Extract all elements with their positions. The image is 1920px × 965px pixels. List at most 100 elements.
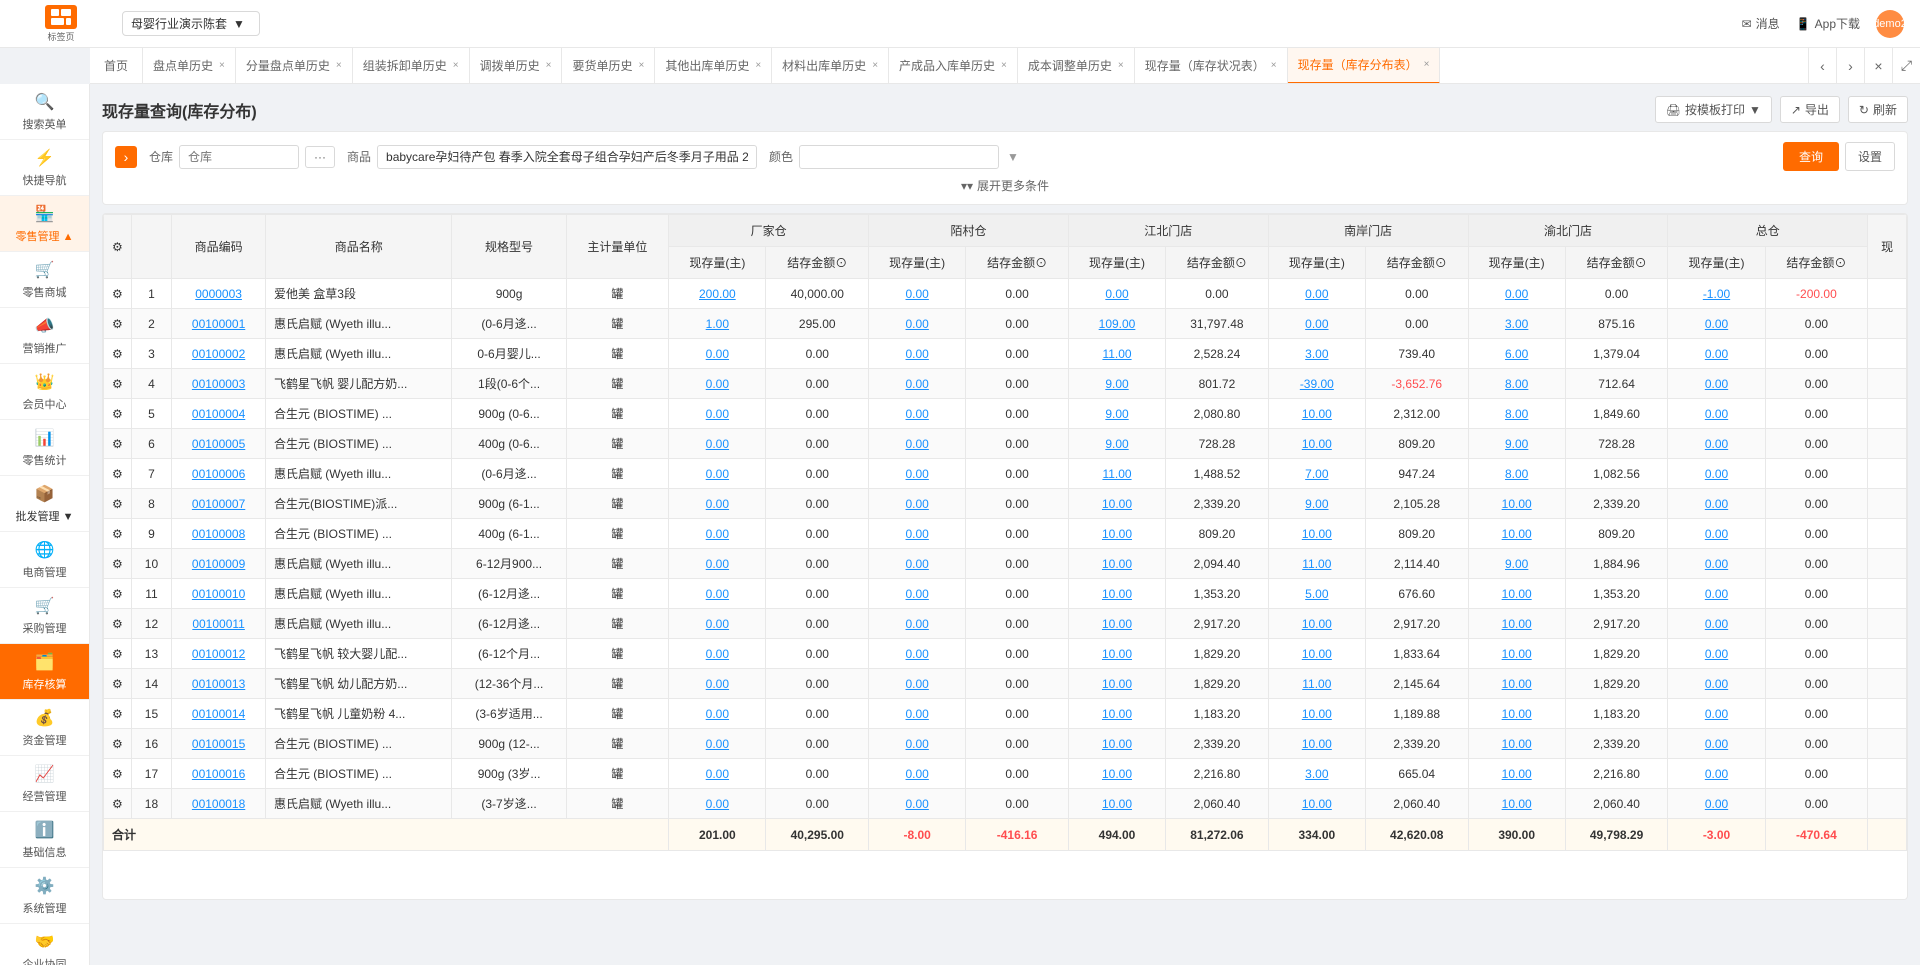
- warehouse-more-btn[interactable]: ···: [305, 146, 335, 168]
- app-download-btn[interactable]: 📱 App下载: [1796, 15, 1860, 32]
- row-settings[interactable]: ⚙: [104, 729, 132, 759]
- industry-selector[interactable]: 母婴行业演示陈套 ▼: [122, 11, 260, 36]
- row-jb-qty: 11.00: [1068, 459, 1165, 489]
- row-settings[interactable]: ⚙: [104, 489, 132, 519]
- user-avatar-btn[interactable]: demo2: [1876, 10, 1904, 38]
- tab-1[interactable]: 盘点单历史 ×: [143, 48, 236, 84]
- settings-icon[interactable]: ⚙: [112, 240, 123, 254]
- row-settings[interactable]: ⚙: [104, 369, 132, 399]
- row-index: 15: [131, 699, 171, 729]
- product-input[interactable]: [377, 145, 757, 169]
- row-fj-amt: 0.00: [766, 339, 869, 369]
- row-total-qty: 0.00: [1668, 399, 1765, 429]
- expand-more-btn[interactable]: ▾▾ 展开更多条件: [115, 177, 1895, 194]
- sidebar-item-system[interactable]: ⚙️ 系统管理: [0, 868, 89, 924]
- sidebar-item-finance[interactable]: 💰 资金管理: [0, 700, 89, 756]
- row-mc-amt: 0.00: [966, 609, 1069, 639]
- sidebar-item-collab[interactable]: 🤝 企业协同: [0, 924, 89, 965]
- row-fj-qty: 0.00: [669, 579, 766, 609]
- row-index: 9: [131, 519, 171, 549]
- tab-5[interactable]: 要货单历史 ×: [562, 48, 655, 84]
- tab-close-11[interactable]: ×: [1424, 59, 1430, 70]
- row-settings[interactable]: ⚙: [104, 549, 132, 579]
- row-settings[interactable]: ⚙: [104, 339, 132, 369]
- tab-close-7[interactable]: ×: [872, 60, 878, 71]
- table-container[interactable]: ⚙ 商品编码 商品名称 规格型号 主计量单位 厂家仓 陌村仓 江北门店 南岸门店…: [102, 213, 1908, 900]
- export-btn[interactable]: ↗ 导出: [1780, 96, 1840, 123]
- row-fj-amt: 0.00: [766, 729, 869, 759]
- row-settings[interactable]: ⚙: [104, 519, 132, 549]
- row-fj-qty: 0.00: [669, 729, 766, 759]
- row-mc-amt: 0.00: [966, 579, 1069, 609]
- tab-close-9[interactable]: ×: [1118, 60, 1124, 71]
- row-code: 00100002: [172, 339, 266, 369]
- tab-8[interactable]: 产成品入库单历史 ×: [889, 48, 1018, 84]
- tab-expand-btn[interactable]: ⤢: [1892, 48, 1920, 84]
- warehouse-input[interactable]: [179, 145, 299, 169]
- col-fj-qty: 现存量(主): [669, 247, 766, 279]
- tab-9[interactable]: 成本调整单历史 ×: [1018, 48, 1135, 84]
- color-input[interactable]: [799, 145, 999, 169]
- sidebar-item-search[interactable]: 🔍 搜索英单: [0, 84, 89, 140]
- tab-close-4[interactable]: ×: [546, 60, 552, 71]
- tab-next-btn[interactable]: ›: [1836, 48, 1864, 84]
- sidebar-item-inventory[interactable]: 🗂️ 库存核算: [0, 644, 89, 700]
- tab-close-5[interactable]: ×: [638, 60, 644, 71]
- sidebar-item-purchase[interactable]: 🛒 采购管理: [0, 588, 89, 644]
- setting-btn[interactable]: 设置: [1845, 142, 1895, 171]
- sidebar-item-quicknav[interactable]: ⚡ 快捷导航: [0, 140, 89, 196]
- row-fj-qty: 0.00: [669, 669, 766, 699]
- row-settings[interactable]: ⚙: [104, 429, 132, 459]
- tab-close-1[interactable]: ×: [219, 60, 225, 71]
- sidebar-item-marketing[interactable]: 📣 营销推广: [0, 308, 89, 364]
- tab-7[interactable]: 材料出库单历史 ×: [772, 48, 889, 84]
- row-xian: [1868, 699, 1907, 729]
- row-settings[interactable]: ⚙: [104, 609, 132, 639]
- sidebar-item-basic[interactable]: ℹ️ 基础信息: [0, 812, 89, 868]
- sidebar-item-member[interactable]: 👑 会员中心: [0, 364, 89, 420]
- row-na-amt: 2,060.40: [1365, 789, 1468, 819]
- row-settings[interactable]: ⚙: [104, 639, 132, 669]
- col-na-qty: 现存量(主): [1268, 247, 1365, 279]
- tab-home[interactable]: 首页: [90, 48, 143, 84]
- row-settings[interactable]: ⚙: [104, 699, 132, 729]
- tab-11-active[interactable]: 现存量（库存分布表） ×: [1288, 48, 1441, 84]
- refresh-btn[interactable]: ↻ 刷新: [1848, 96, 1908, 123]
- tab-close-8[interactable]: ×: [1001, 60, 1007, 71]
- tab-close-6[interactable]: ×: [755, 60, 761, 71]
- sidebar-item-wholesale[interactable]: 📦 批发管理 ▼: [0, 476, 89, 532]
- row-settings[interactable]: ⚙: [104, 579, 132, 609]
- row-jb-qty: 109.00: [1068, 309, 1165, 339]
- message-btn[interactable]: ✉ 消息: [1742, 15, 1780, 32]
- col-mucun-header: 陌村仓: [869, 215, 1069, 247]
- row-settings[interactable]: ⚙: [104, 279, 132, 309]
- search-btn[interactable]: 查询: [1783, 142, 1839, 171]
- row-settings[interactable]: ⚙: [104, 669, 132, 699]
- sidebar-item-retail-shop[interactable]: 🛒 零售商城: [0, 252, 89, 308]
- row-yb-amt: 1,829.20: [1565, 639, 1668, 669]
- sidebar-item-retail-stats[interactable]: 📊 零售统计: [0, 420, 89, 476]
- tab-6[interactable]: 其他出库单历史 ×: [655, 48, 772, 84]
- sidebar-item-operations[interactable]: 📈 经营管理: [0, 756, 89, 812]
- col-jiangbei-header: 江北门店: [1068, 215, 1268, 247]
- tab-3[interactable]: 组装拆卸单历史 ×: [353, 48, 470, 84]
- row-settings[interactable]: ⚙: [104, 459, 132, 489]
- row-na-qty: 10.00: [1268, 399, 1365, 429]
- tab-prev-btn[interactable]: ‹: [1808, 48, 1836, 84]
- sidebar-item-ecommerce[interactable]: 🌐 电商管理: [0, 532, 89, 588]
- tab-close-all-btn[interactable]: ×: [1864, 48, 1892, 84]
- tab-4[interactable]: 调拨单历史 ×: [470, 48, 563, 84]
- row-settings[interactable]: ⚙: [104, 759, 132, 789]
- row-settings[interactable]: ⚙: [104, 399, 132, 429]
- tab-2[interactable]: 分量盘点单历史 ×: [236, 48, 353, 84]
- row-settings[interactable]: ⚙: [104, 789, 132, 819]
- print-btn[interactable]: 🖨 按模板打印 ▼: [1655, 96, 1772, 123]
- row-settings[interactable]: ⚙: [104, 309, 132, 339]
- sidebar-item-retail-mgmt[interactable]: 🏪 零售管理 ▲: [0, 196, 89, 252]
- tab-close-10[interactable]: ×: [1271, 60, 1277, 71]
- tab-close-3[interactable]: ×: [453, 60, 459, 71]
- tab-10[interactable]: 现存量（库存状况表） ×: [1135, 48, 1288, 84]
- row-unit: 罐: [566, 789, 669, 819]
- tab-close-2[interactable]: ×: [336, 60, 342, 71]
- filter-toggle-btn[interactable]: ›: [115, 146, 137, 168]
